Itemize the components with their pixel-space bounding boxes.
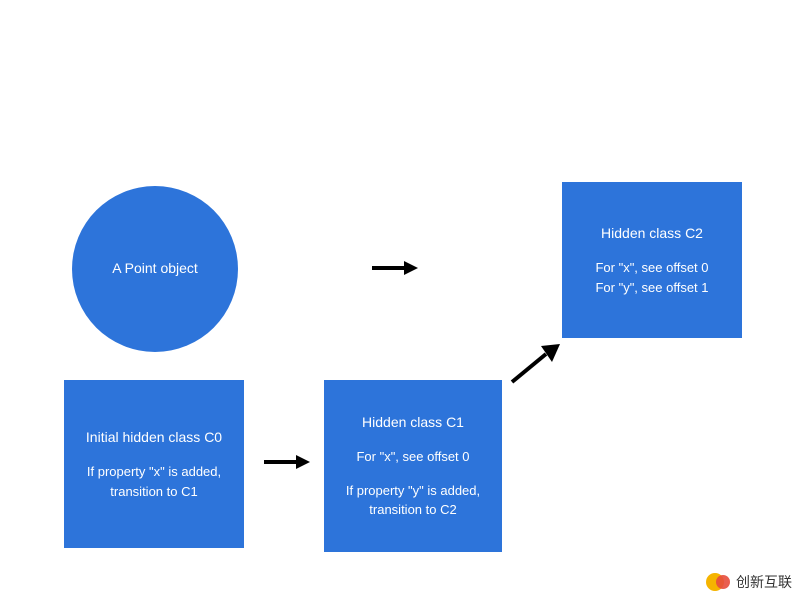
point-object-label: A Point object	[112, 259, 198, 279]
hidden-class-c0-box: Initial hidden class C0 If property "x" …	[64, 380, 244, 548]
c0-title: Initial hidden class C0	[86, 427, 222, 448]
c2-line2: For "y", see offset 1	[595, 278, 708, 298]
c1-line3: transition to C2	[369, 500, 456, 520]
arrow-c1-to-c2	[508, 340, 562, 388]
hidden-class-c1-box: Hidden class C1 For "x", see offset 0 If…	[324, 380, 502, 552]
c2-line1: For "x", see offset 0	[595, 258, 708, 278]
c0-line2: transition to C1	[110, 482, 197, 502]
hidden-class-c2-box: Hidden class C2 For "x", see offset 0 Fo…	[562, 182, 742, 338]
c1-line2: If property "y" is added,	[346, 481, 480, 501]
arrow-c0-to-c1	[262, 452, 310, 472]
watermark-logo-icon	[706, 570, 730, 594]
watermark-text: 创新互联	[736, 572, 792, 592]
point-object-circle: A Point object	[72, 186, 238, 352]
c1-line1: For "x", see offset 0	[356, 447, 469, 467]
watermark: 创新互联	[706, 570, 792, 594]
arrow-point-to-c2	[370, 258, 418, 278]
c1-title: Hidden class C1	[362, 412, 464, 433]
c2-title: Hidden class C2	[601, 223, 703, 244]
c0-line1: If property "x" is added,	[87, 462, 221, 482]
